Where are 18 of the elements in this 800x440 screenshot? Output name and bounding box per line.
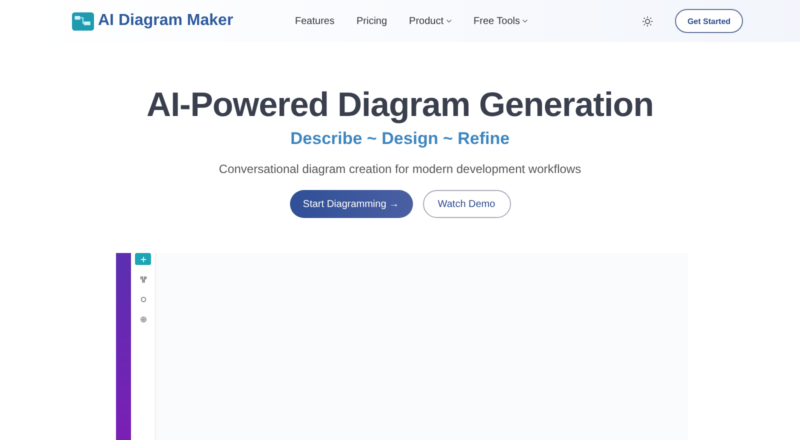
plus-icon — [140, 256, 146, 262]
circle-icon — [140, 296, 146, 302]
nav-link[interactable]: Free Tools — [474, 16, 528, 26]
brand-name[interactable]: AI Diagram Maker — [98, 12, 234, 30]
start-diagramming-button[interactable]: Start Diagramming → — [290, 190, 412, 218]
add-tool[interactable] — [135, 253, 151, 265]
nav-link[interactable]: Features — [295, 16, 334, 26]
hero-description: Conversational diagram creation for modern development workflows — [218, 162, 582, 176]
nav-link[interactable]: Product — [409, 16, 452, 26]
nodes-icon — [140, 276, 146, 282]
nav-link[interactable]: Pricing — [356, 16, 388, 26]
get-started-button[interactable]: Get Started — [675, 9, 743, 33]
settings-icon — [140, 316, 146, 322]
hero-title: AI-Powered Diagram Generation — [146, 86, 654, 125]
sun-icon[interactable] — [642, 16, 653, 26]
logo-icon — [72, 12, 94, 30]
watch-demo-button[interactable]: Watch Demo — [422, 190, 510, 218]
hero-tagline: Describe ~ Design ~ Refine — [290, 129, 510, 149]
